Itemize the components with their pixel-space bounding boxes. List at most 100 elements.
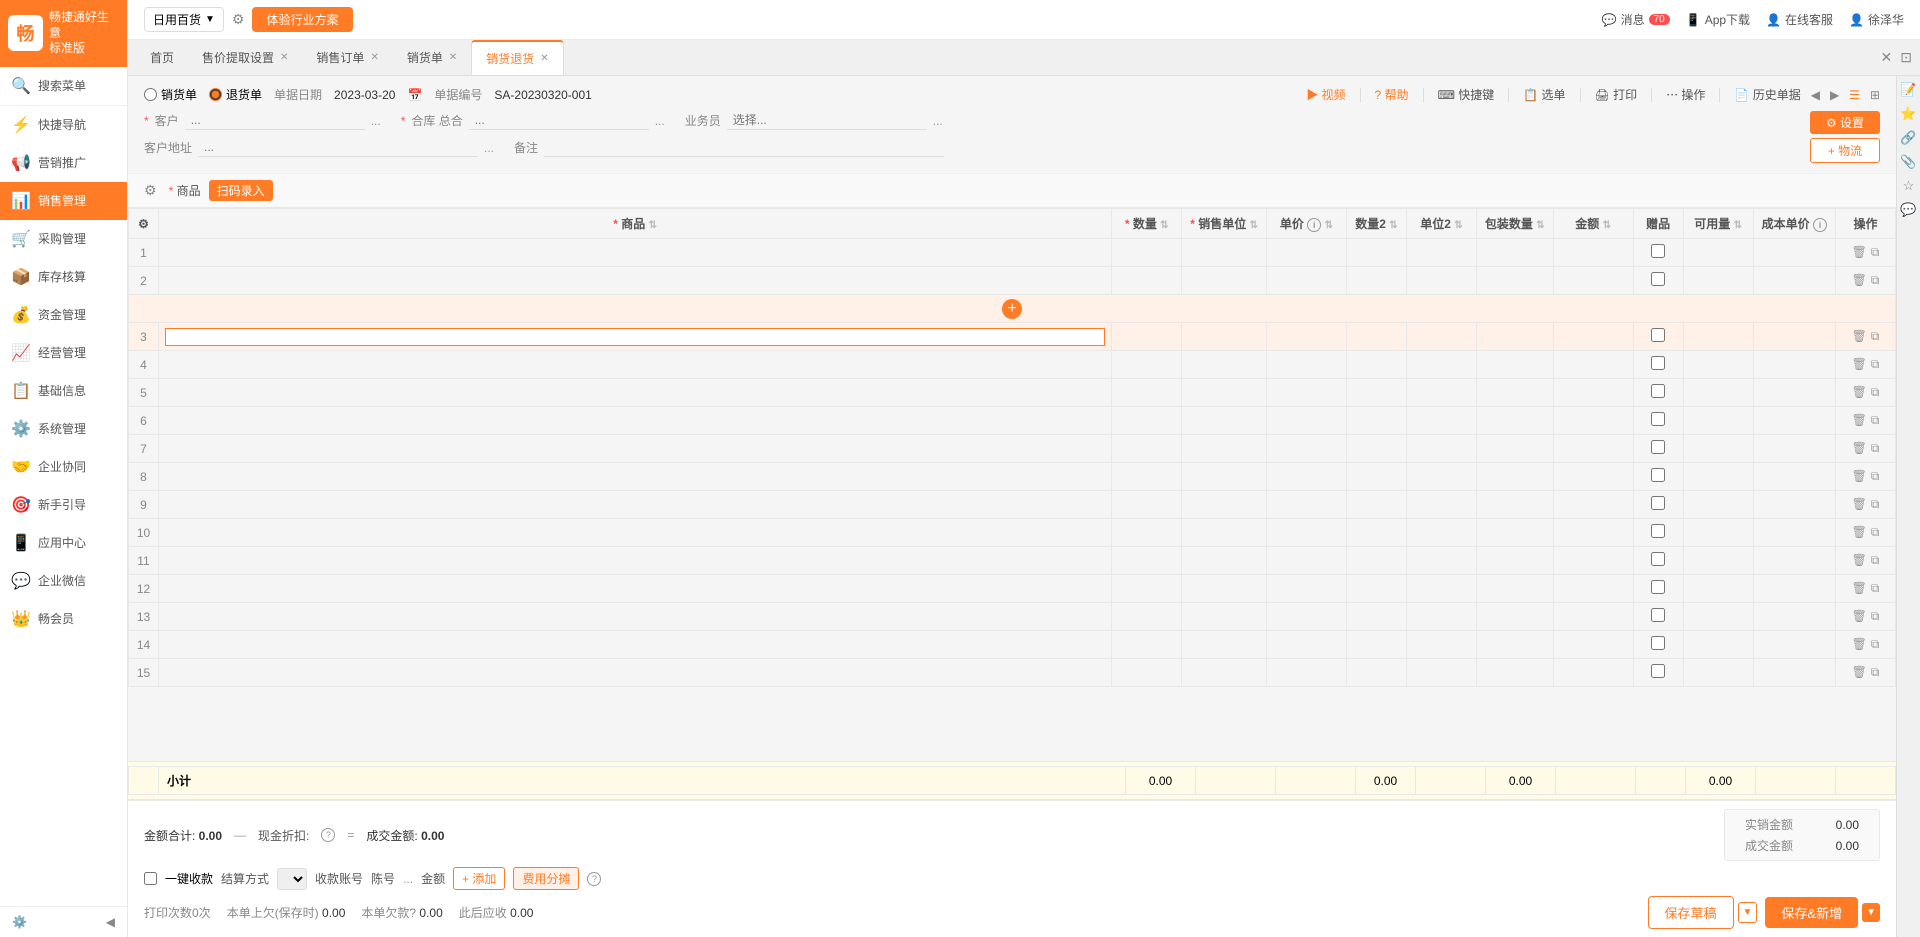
copy-icon-14[interactable]: ⧉ <box>1871 637 1880 651</box>
cell-15-3[interactable] <box>1346 659 1406 687</box>
cell-14-1[interactable] <box>1182 631 1267 659</box>
cell-4-1[interactable] <box>1182 351 1267 379</box>
product-cell-13[interactable] <box>159 603 1112 631</box>
gift-checkbox-9[interactable] <box>1651 496 1665 510</box>
sidebar-item-marketing[interactable]: 📢 营销推广 <box>0 144 127 182</box>
sidebar-item-enterprise[interactable]: 🤝 企业协同 <box>0 448 127 486</box>
delete-icon-7[interactable]: 🗑 <box>1852 441 1867 455</box>
cell-6-4[interactable] <box>1406 407 1476 435</box>
gift-checkbox-3[interactable] <box>1651 328 1665 342</box>
app-download-btn[interactable]: 📱 App下载 <box>1686 11 1750 28</box>
scan-enter-btn[interactable]: 扫码录入 <box>209 180 273 201</box>
gift-checkbox-7[interactable] <box>1651 440 1665 454</box>
cell-9-1[interactable] <box>1182 491 1267 519</box>
tab-sale-price-close[interactable]: ✕ <box>280 52 288 63</box>
sidebar-item-inventory[interactable]: 📦 库存核算 <box>0 258 127 296</box>
operate-btn[interactable]: ⋯ 操作 <box>1666 86 1705 103</box>
delete-icon-5[interactable]: 🗑 <box>1852 385 1867 399</box>
settle-select[interactable] <box>277 868 307 890</box>
cell-13-4[interactable] <box>1406 603 1476 631</box>
delete-icon-14[interactable]: 🗑 <box>1852 637 1867 651</box>
settings-btn[interactable]: ⚙ 设置 <box>1810 111 1880 134</box>
cell-13-6[interactable] <box>1553 603 1633 631</box>
cell-11-5[interactable] <box>1476 547 1553 575</box>
industry-select[interactable]: 日用百货 ▼ <box>144 7 224 32</box>
cost-info-icon[interactable]: i <box>1813 218 1827 232</box>
qty2-sort-icon[interactable]: ⇅ <box>1389 220 1397 231</box>
delete-icon-1[interactable]: 🗑 <box>1852 245 1867 259</box>
product-cell-12[interactable] <box>159 575 1112 603</box>
tab-home[interactable]: 首页 <box>136 41 188 74</box>
radio-return-input[interactable] <box>209 88 222 101</box>
cell-8-4[interactable] <box>1406 463 1476 491</box>
cell-10-4[interactable] <box>1406 519 1476 547</box>
table-settings-icon[interactable]: ⚙ <box>144 182 157 199</box>
cell-12-0[interactable] <box>1112 575 1182 603</box>
cell-4-4[interactable] <box>1406 351 1476 379</box>
cell-14-3[interactable] <box>1346 631 1406 659</box>
cell-3-3[interactable] <box>1346 323 1406 351</box>
cell-3-6[interactable] <box>1553 323 1633 351</box>
cell-13-3[interactable] <box>1346 603 1406 631</box>
cell-1-0[interactable] <box>1112 239 1182 267</box>
next-icon[interactable]: ▶ <box>1830 88 1839 102</box>
cell-11-0[interactable] <box>1112 547 1182 575</box>
cell-8-6[interactable] <box>1553 463 1633 491</box>
delete-icon-13[interactable]: 🗑 <box>1852 609 1867 623</box>
cell-13-2[interactable] <box>1266 603 1346 631</box>
cell-7-1[interactable] <box>1182 435 1267 463</box>
fee-help-icon[interactable]: ? <box>587 872 601 886</box>
cell-12-5[interactable] <box>1476 575 1553 603</box>
sidebar-item-system[interactable]: ⚙️ 系统管理 <box>0 410 127 448</box>
sidebar-item-vip[interactable]: 👑 畅会员 <box>0 600 127 638</box>
collapse-icon[interactable]: ◀ <box>106 915 115 929</box>
gift-checkbox-5[interactable] <box>1651 384 1665 398</box>
save-draft-dropdown-icon[interactable]: ▼ <box>1738 902 1758 923</box>
address-input[interactable] <box>198 138 478 157</box>
avail-sort-icon[interactable]: ⇅ <box>1734 220 1742 231</box>
copy-icon-3[interactable]: ⧉ <box>1871 329 1880 343</box>
cell-12-3[interactable] <box>1346 575 1406 603</box>
delete-icon-10[interactable]: 🗑 <box>1852 525 1867 539</box>
cell-12-2[interactable] <box>1266 575 1346 603</box>
delete-icon-6[interactable]: 🗑 <box>1852 413 1867 427</box>
product-cell-8[interactable] <box>159 463 1112 491</box>
product-cell-2[interactable] <box>159 267 1112 295</box>
cell-1-3[interactable] <box>1346 239 1406 267</box>
delete-icon-15[interactable]: 🗑 <box>1852 665 1867 679</box>
gift-checkbox-15[interactable] <box>1651 664 1665 678</box>
delete-icon-3[interactable]: 🗑 <box>1852 329 1867 343</box>
cell-1-4[interactable] <box>1406 239 1476 267</box>
note-input[interactable] <box>544 138 944 157</box>
shortcut-btn[interactable]: ⌨ 快捷键 <box>1438 86 1495 103</box>
grid-view-icon[interactable]: ⊞ <box>1870 88 1880 102</box>
delete-icon-9[interactable]: 🗑 <box>1852 497 1867 511</box>
cell-2-4[interactable] <box>1406 267 1476 295</box>
cell-4-2[interactable] <box>1266 351 1346 379</box>
delete-icon-11[interactable]: 🗑 <box>1852 553 1867 567</box>
delete-icon-4[interactable]: 🗑 <box>1852 357 1867 371</box>
expand-tab-icon[interactable]: ⊡ <box>1900 49 1912 66</box>
cell-2-5[interactable] <box>1476 267 1553 295</box>
copy-icon-4[interactable]: ⧉ <box>1871 357 1880 371</box>
cell-5-5[interactable] <box>1476 379 1553 407</box>
cell-10-3[interactable] <box>1346 519 1406 547</box>
customer-more-icon[interactable]: ... <box>371 114 381 128</box>
gift-checkbox-12[interactable] <box>1651 580 1665 594</box>
cell-3-0[interactable] <box>1112 323 1182 351</box>
cell-9-2[interactable] <box>1266 491 1346 519</box>
sidebar-item-purchase[interactable]: 🛒 采购管理 <box>0 220 127 258</box>
cell-11-2[interactable] <box>1266 547 1346 575</box>
cell-10-1[interactable] <box>1182 519 1267 547</box>
sidebar-item-operations[interactable]: 📈 经营管理 <box>0 334 127 372</box>
copy-icon-2[interactable]: ⧉ <box>1871 273 1880 287</box>
cell-4-0[interactable] <box>1112 351 1182 379</box>
pkg-sort-icon[interactable]: ⇅ <box>1536 220 1544 231</box>
tab-sale-order-close[interactable]: ✕ <box>370 52 378 63</box>
product-cell-9[interactable] <box>159 491 1112 519</box>
cell-15-0[interactable] <box>1112 659 1182 687</box>
settings-icon[interactable]: ⚙️ <box>12 915 27 929</box>
cell-8-3[interactable] <box>1346 463 1406 491</box>
right-panel-star-icon[interactable]: ⭐ <box>1899 104 1919 124</box>
close-tab-icon[interactable]: ✕ <box>1881 49 1893 66</box>
